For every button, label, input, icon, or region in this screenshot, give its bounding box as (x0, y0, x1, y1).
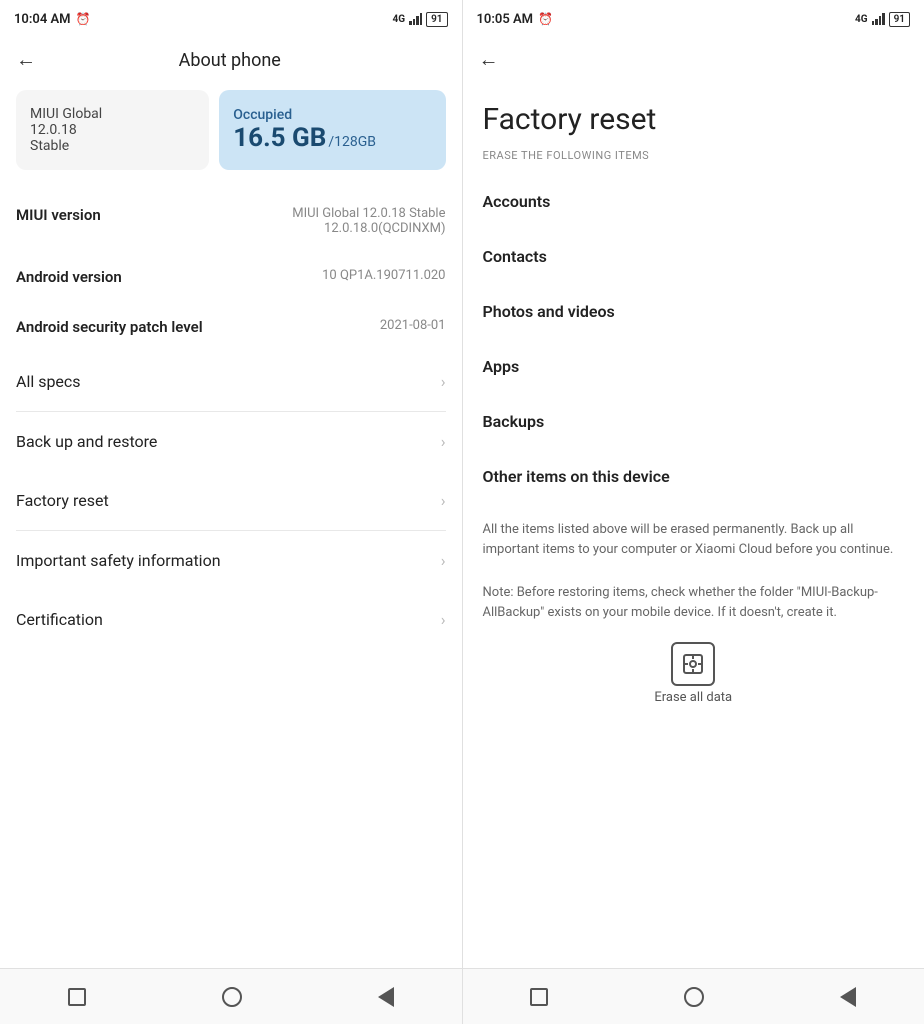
chevron-safety: › (441, 551, 446, 570)
chevron-allspecs: › (441, 372, 446, 391)
network-label-left: 4G (393, 14, 406, 25)
factory-reset-screen: 10:05 AM ⏰ 4G 91 ← Factory reset ERASE T… (463, 0, 924, 1024)
chevron-cert: › (441, 610, 446, 629)
menu-label-safety: Important safety information (16, 551, 221, 570)
signal-bars-left (409, 13, 422, 25)
menu-label-factory: Factory reset (16, 491, 109, 510)
menu-label-cert: Certification (16, 610, 103, 629)
menu-row-backup[interactable]: Back up and restore › (0, 412, 462, 471)
erase-item-accounts: Accounts (463, 174, 924, 229)
erase-item-contacts: Contacts (463, 229, 924, 284)
battery-left: 91 (426, 12, 447, 27)
storage-card: Occupied 16.5 GB /128GB (219, 90, 445, 170)
erase-subtitle: ERASE THE FOLLOWING ITEMS (463, 145, 924, 174)
status-icons-left: 4G 91 (393, 12, 448, 27)
info-value-security: 2021-08-01 (231, 318, 446, 333)
info-label-security: Android security patch level (16, 318, 231, 336)
triangle-nav-left[interactable] (378, 987, 394, 1007)
chevron-backup: › (441, 432, 446, 451)
alarm-icon-left: ⏰ (76, 12, 91, 26)
info-label-android: Android version (16, 268, 231, 286)
menu-row-factory[interactable]: Factory reset › (0, 471, 462, 530)
nav-bar-left: ← About phone (0, 34, 462, 86)
signal-bars-right (872, 13, 885, 25)
status-bar-left: 10:04 AM ⏰ 4G 91 (0, 0, 462, 34)
menu-row-cert[interactable]: Certification › (0, 590, 462, 649)
square-nav-left[interactable] (68, 988, 86, 1006)
back-button-left[interactable]: ← (16, 49, 44, 72)
info-value-android: 10 QP1A.190711.020 (231, 268, 446, 283)
page-title-left: About phone (44, 50, 446, 71)
factory-reset-title: Factory reset (463, 86, 924, 145)
erase-item-other: Other items on this device (463, 449, 924, 504)
status-icons-right: 4G 91 (855, 12, 910, 27)
menu-label-backup: Back up and restore (16, 432, 157, 451)
about-content: MIUI Global 12.0.18 Stable Occupied 16.5… (0, 86, 462, 968)
menu-row-safety[interactable]: Important safety information › (0, 531, 462, 590)
erase-item-apps: Apps (463, 339, 924, 394)
square-nav-right[interactable] (530, 988, 548, 1006)
info-row-android: Android version 10 QP1A.190711.020 (0, 252, 462, 302)
info-label-miui: MIUI version (16, 206, 231, 224)
erase-all-container[interactable]: Erase all data (463, 630, 924, 721)
factory-content: Factory reset ERASE THE FOLLOWING ITEMS … (463, 86, 924, 968)
circle-nav-right[interactable] (684, 987, 704, 1007)
miui-label2: 12.0.18 (30, 122, 195, 138)
time-left: 10:04 AM (14, 12, 71, 27)
miui-label1: MIUI Global (30, 106, 195, 122)
back-button-right[interactable]: ← (479, 49, 507, 72)
miui-card-row: MIUI Global 12.0.18 Stable Occupied 16.5… (16, 90, 446, 170)
info-row-security: Android security patch level 2021-08-01 (0, 302, 462, 352)
erase-all-label: Erase all data (654, 690, 732, 705)
info-value-miui: MIUI Global 12.0.18 Stable12.0.18.0(QCDI… (231, 206, 446, 236)
time-right: 10:05 AM (477, 12, 534, 27)
storage-value: 16.5 GB (233, 123, 326, 153)
erase-item-backups: Backups (463, 394, 924, 449)
triangle-nav-right[interactable] (840, 987, 856, 1007)
bottom-nav-left (0, 968, 462, 1024)
status-bar-right: 10:05 AM ⏰ 4G 91 (463, 0, 924, 34)
erase-all-icon (671, 642, 715, 686)
storage-total: /128GB (328, 134, 376, 150)
erase-note-1: All the items listed above will be erase… (463, 504, 924, 567)
network-label-right: 4G (855, 14, 868, 25)
alarm-icon-right: ⏰ (538, 12, 553, 26)
menu-label-allspecs: All specs (16, 372, 81, 391)
miui-label3: Stable (30, 138, 195, 154)
circle-nav-left[interactable] (222, 987, 242, 1007)
erase-note-2: Note: Before restoring items, check whet… (463, 567, 924, 630)
about-phone-screen: 10:04 AM ⏰ 4G 91 ← About phone (0, 0, 463, 1024)
battery-right: 91 (889, 12, 910, 27)
occupied-label: Occupied (233, 107, 431, 123)
bottom-nav-right (463, 968, 924, 1024)
nav-bar-right: ← (463, 34, 924, 86)
chevron-factory: › (441, 491, 446, 510)
erase-item-photos: Photos and videos (463, 284, 924, 339)
miui-info-card: MIUI Global 12.0.18 Stable (16, 90, 209, 170)
info-row-miui: MIUI version MIUI Global 12.0.18 Stable1… (0, 190, 462, 252)
menu-row-allspecs[interactable]: All specs › (0, 352, 462, 411)
